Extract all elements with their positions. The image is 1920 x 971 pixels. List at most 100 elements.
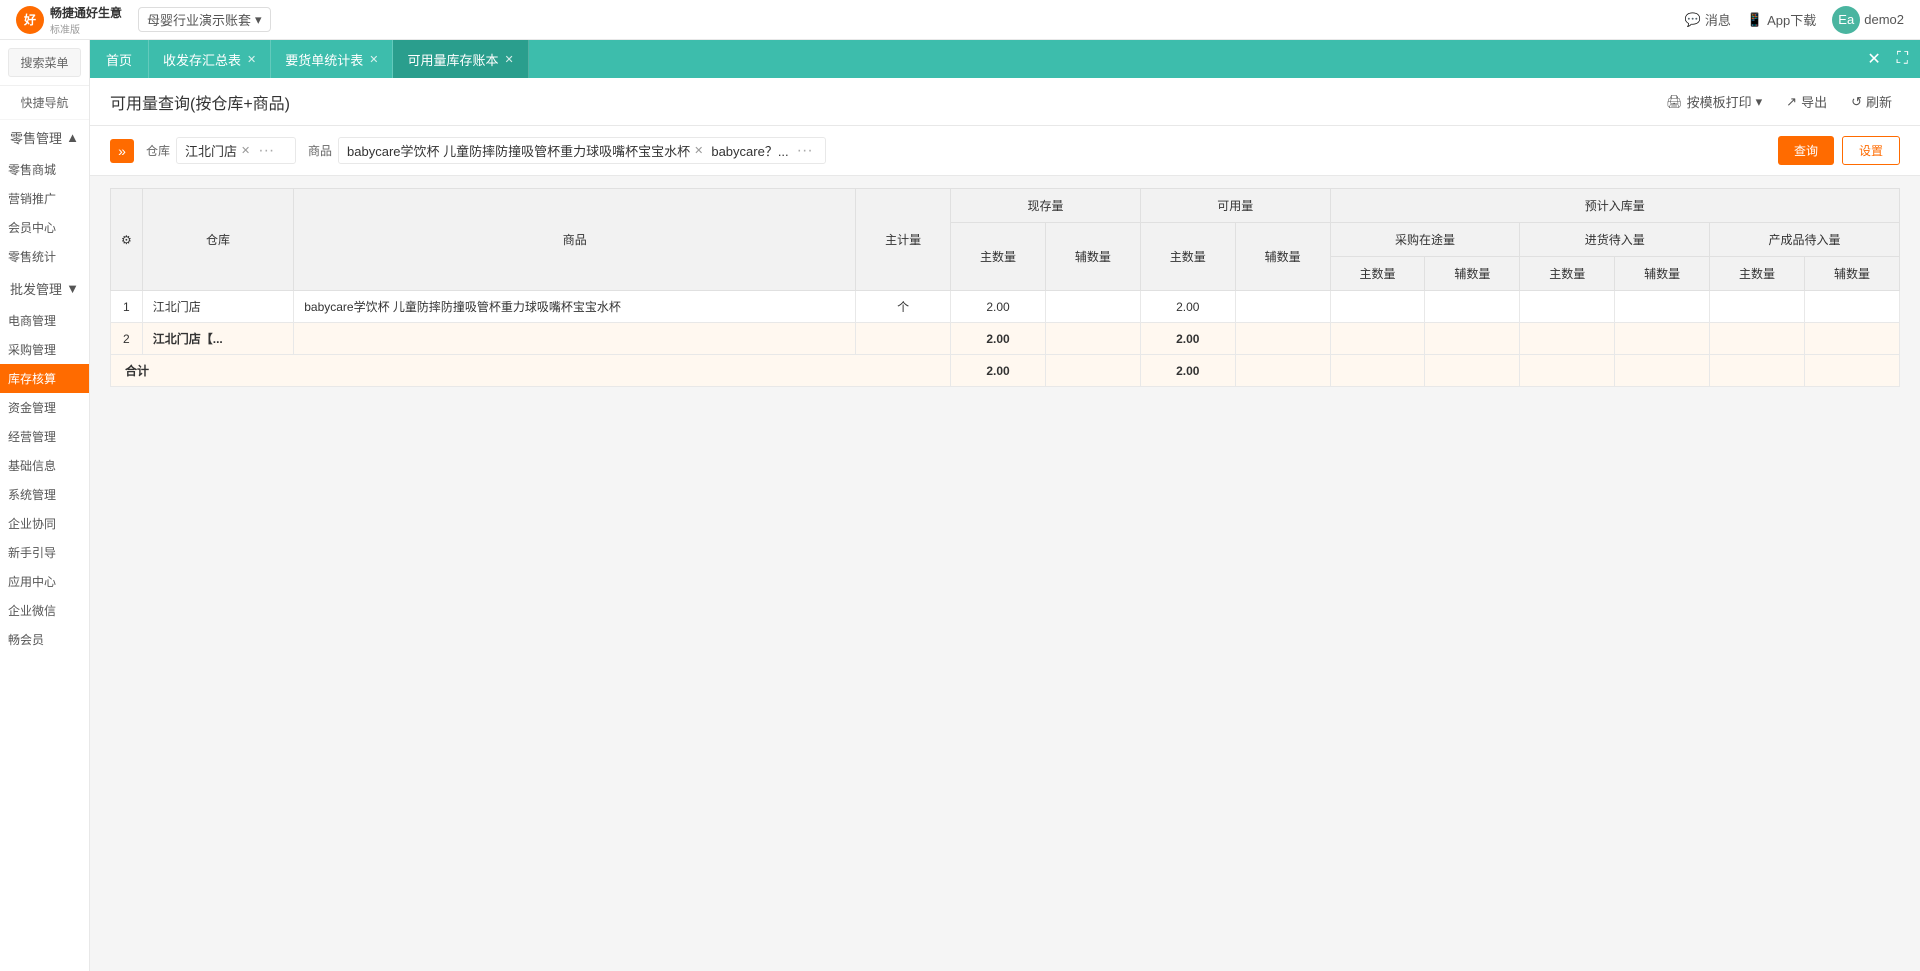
production-aux-header: 辅数量 (1804, 257, 1899, 291)
product-tag-close[interactable]: ✕ (694, 144, 703, 157)
main-unit-col-header: 主计量 (856, 189, 951, 291)
sidebar-item-enterprise[interactable]: 企业协同 (0, 509, 89, 538)
sidebar-item-newbie[interactable]: 新手引导 (0, 538, 89, 567)
row1-main-unit: 个 (856, 291, 951, 323)
close-all-icon[interactable]: ✕ (1863, 45, 1884, 73)
production-main-header: 主数量 (1710, 257, 1805, 291)
table-row: 2 江北门店【... 2.00 2.00 (111, 323, 1900, 355)
row1-warehouse: 江北门店 (142, 291, 293, 323)
tab-close-icon-2[interactable]: ✕ (369, 53, 378, 66)
tab-receive-summary[interactable]: 收发存汇总表 ✕ (149, 40, 271, 78)
print-btn[interactable]: 🖨 按模板打印 ▾ (1658, 88, 1770, 115)
query-btn[interactable]: 查询 (1778, 136, 1834, 165)
filter-more-icon[interactable]: ··· (254, 142, 278, 160)
warehouse-filter-value[interactable]: 江北门店 ✕ ··· (176, 137, 296, 164)
row2-no: 2 (111, 323, 143, 355)
search-menu-btn[interactable]: 搜索菜单 (8, 48, 81, 77)
top-bar-left: 好 畅捷通好生意 标准版 母婴行业演示账套 ▾ (16, 4, 271, 36)
row1-purchase-aux (1425, 291, 1520, 323)
message-label: 消息 (1705, 10, 1731, 29)
industry-label: 母婴行业演示账套 (147, 10, 251, 29)
sidebar-item-marketing[interactable]: 营销推广 (0, 184, 89, 213)
incoming-aux-header: 辅数量 (1615, 257, 1710, 291)
table-area: ⚙ 仓库 商品 主计量 现存量 可用量 预计入库量 主数量 辅数量 主数量 (90, 176, 1920, 399)
sidebar-item-member[interactable]: 畅会员 (0, 625, 89, 654)
incoming-main-header: 主数量 (1520, 257, 1615, 291)
sidebar-item-inventory[interactable]: 库存核算 (0, 364, 89, 393)
stock-aux-header: 辅数量 (1045, 223, 1140, 291)
tab-available-label: 可用量库存账本 (407, 50, 498, 69)
refresh-btn[interactable]: ↺ 刷新 (1843, 88, 1900, 115)
row2-incoming-aux (1615, 323, 1710, 355)
sidebar-item-system[interactable]: 系统管理 (0, 480, 89, 509)
avail-aux-header: 辅数量 (1235, 223, 1330, 291)
tab-home[interactable]: 首页 (90, 40, 149, 78)
export-label: 导出 (1801, 92, 1827, 111)
row2-production-main (1710, 323, 1805, 355)
avail-main-header: 主数量 (1140, 223, 1235, 291)
download-label: App下载 (1767, 10, 1816, 29)
tab-available-inventory[interactable]: 可用量库存账本 ✕ (393, 40, 528, 78)
sidebar-item-retail-mgmt[interactable]: 零售管理 ▲ (0, 120, 89, 155)
production-sub-header: 产成品待入量 (1710, 223, 1900, 257)
purchase-in-aux-header: 辅数量 (1425, 257, 1520, 291)
warehouse-col-header: 仓库 (142, 189, 293, 291)
sidebar-item-retail-stats[interactable]: 零售统计 (0, 242, 89, 271)
tab-close-icon-3[interactable]: ✕ (505, 53, 514, 66)
sidebar-item-member-center[interactable]: 会员中心 (0, 213, 89, 242)
logo-sub-text: 标准版 (50, 21, 122, 36)
purchase-in-main-header: 主数量 (1330, 257, 1425, 291)
tab-receive-label: 收发存汇总表 (163, 50, 241, 69)
tab-order-label: 要货单统计表 (285, 50, 363, 69)
sidebar-item-operations[interactable]: 经营管理 (0, 422, 89, 451)
user-initials: Ea (1838, 12, 1854, 27)
maximize-icon[interactable]: ⛶ (1893, 46, 1912, 72)
message-btn[interactable]: 💬 消息 (1685, 10, 1731, 29)
top-bar: 好 畅捷通好生意 标准版 母婴行业演示账套 ▾ 💬 消息 📱 App下载 Ea … (0, 0, 1920, 40)
page-title: 可用量查询(按仓库+商品) (110, 90, 290, 114)
sidebar-item-wechat[interactable]: 企业微信 (0, 596, 89, 625)
sidebar-item-basic-info[interactable]: 基础信息 (0, 451, 89, 480)
main-layout: 搜索菜单 快捷导航 零售管理 ▲ 零售商城 营销推广 会员中心 零售统计 批发管… (0, 40, 1920, 971)
page-content: 可用量查询(按仓库+商品) 🖨 按模板打印 ▾ ↗ 导出 ↺ 刷新 (90, 78, 1920, 971)
row2-product (294, 323, 856, 355)
sidebar-item-app-center[interactable]: 应用中心 (0, 567, 89, 596)
user-area[interactable]: Ea demo2 (1832, 6, 1904, 34)
tab-bar-actions: ✕ ⛶ (1863, 45, 1920, 73)
sidebar-item-finance[interactable]: 资金管理 (0, 393, 89, 422)
filter-warehouse-field: 仓库 江北门店 ✕ ··· (146, 137, 296, 164)
product-filter-more-icon[interactable]: ··· (793, 142, 817, 160)
print-label: 按模板打印 (1687, 92, 1752, 111)
settings-col-header[interactable]: ⚙ (111, 189, 143, 291)
page-header: 可用量查询(按仓库+商品) 🖨 按模板打印 ▾ ↗ 导出 ↺ 刷新 (90, 78, 1920, 126)
row2-avail-main: 2.00 (1140, 323, 1235, 355)
user-name: demo2 (1864, 12, 1904, 27)
warehouse-tag-close[interactable]: ✕ (241, 144, 250, 157)
app-download-btn[interactable]: 📱 App下载 (1747, 10, 1816, 29)
product-tag: babycare学饮杯 儿童防摔防撞吸管杯重力球吸嘴杯宝宝水杯 ✕ (347, 141, 703, 160)
warehouse-label: 仓库 (146, 142, 170, 159)
filter-toggle-btn[interactable]: » (110, 139, 134, 163)
sidebar-item-retail-mall[interactable]: 零售商城 (0, 155, 89, 184)
sidebar-item-wholesale-mgmt[interactable]: 批发管理 ▼ (0, 271, 89, 306)
tab-order-stats[interactable]: 要货单统计表 ✕ (271, 40, 393, 78)
avatar: Ea (1832, 6, 1860, 34)
sidebar-item-quick-nav[interactable]: 快捷导航 (0, 86, 89, 120)
row1-incoming-aux (1615, 291, 1710, 323)
product-filter-value[interactable]: babycare学饮杯 儿童防摔防撞吸管杯重力球吸嘴杯宝宝水杯 ✕ babyca… (338, 137, 826, 164)
top-bar-right: 💬 消息 📱 App下载 Ea demo2 (1685, 6, 1904, 34)
row1-no: 1 (111, 291, 143, 323)
incoming-sub-header: 进货待入量 (1520, 223, 1710, 257)
industry-select[interactable]: 母婴行业演示账套 ▾ (138, 7, 271, 32)
row1-stock-aux (1045, 291, 1140, 323)
tab-close-icon[interactable]: ✕ (247, 53, 256, 66)
download-icon: 📱 (1747, 12, 1763, 28)
sidebar-item-ecommerce[interactable]: 电商管理 (0, 306, 89, 335)
available-group-header: 可用量 (1140, 189, 1330, 223)
tab-bar: 首页 收发存汇总表 ✕ 要货单统计表 ✕ 可用量库存账本 ✕ ✕ ⛶ (90, 40, 1920, 78)
sidebar-item-purchase[interactable]: 采购管理 (0, 335, 89, 364)
export-btn[interactable]: ↗ 导出 (1778, 88, 1835, 115)
message-icon: 💬 (1685, 12, 1701, 28)
tab-home-label: 首页 (106, 50, 132, 69)
setting-btn[interactable]: 设置 (1842, 136, 1900, 165)
